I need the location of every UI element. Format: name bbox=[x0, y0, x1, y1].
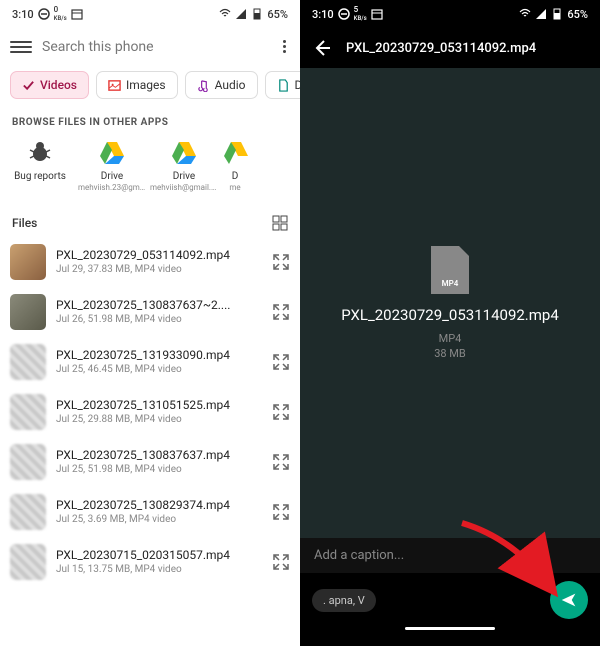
file-meta: Jul 25, 51.98 MB, MP4 video bbox=[56, 464, 262, 475]
video-thumbnail bbox=[10, 394, 46, 430]
bottom-bar: . apna, V bbox=[300, 573, 600, 633]
back-icon[interactable] bbox=[312, 38, 332, 58]
chip-videos[interactable]: Videos bbox=[10, 71, 89, 99]
file-name: PXL_20230725_131051525.mp4 bbox=[56, 398, 262, 412]
grid-view-icon[interactable] bbox=[272, 215, 288, 231]
video-thumbnail bbox=[10, 294, 46, 330]
status-bar: 3:10 5KB/s 65% bbox=[300, 0, 600, 28]
bug-icon bbox=[26, 138, 54, 166]
page-title: PXL_20230729_053114092.mp4 bbox=[346, 41, 536, 56]
do-not-disturb-icon bbox=[338, 8, 350, 20]
file-meta: Jul 25, 46.45 MB, MP4 video bbox=[56, 364, 262, 375]
drive-icon bbox=[170, 138, 198, 166]
wifi-icon bbox=[519, 8, 531, 20]
file-row[interactable]: PXL_20230725_131051525.mp4 Jul 25, 29.88… bbox=[0, 387, 300, 437]
file-list: PXL_20230729_053114092.mp4 Jul 29, 37.83… bbox=[0, 237, 300, 587]
file-row[interactable]: PXL_20230725_131933090.mp4 Jul 25, 46.45… bbox=[0, 337, 300, 387]
preview-filename: PXL_20230729_053114092.mp4 bbox=[341, 306, 559, 326]
file-meta: Jul 29, 37.83 MB, MP4 video bbox=[56, 264, 262, 275]
battery-icon bbox=[251, 8, 263, 20]
drive-icon bbox=[98, 138, 126, 166]
file-meta: Jul 25, 29.88 MB, MP4 video bbox=[56, 414, 262, 425]
file-preview: MP4 PXL_20230729_053114092.mp4 MP4 38 MB bbox=[300, 68, 600, 538]
video-thumbnail bbox=[10, 544, 46, 580]
battery-percent: 65% bbox=[567, 8, 588, 21]
calendar-icon bbox=[371, 8, 383, 20]
file-row[interactable]: PXL_20230725_130829374.mp4 Jul 25, 3.69 … bbox=[0, 487, 300, 537]
caption-input[interactable]: Add a caption... bbox=[300, 538, 600, 573]
status-time: 3:10 bbox=[312, 8, 334, 21]
title-bar: PXL_20230729_053114092.mp4 bbox=[300, 28, 600, 68]
overflow-menu-icon[interactable] bbox=[279, 36, 290, 57]
send-preview-pane: 3:10 5KB/s 65% PXL_20230729_053114092.mp… bbox=[300, 0, 600, 646]
file-name: PXL_20230725_131933090.mp4 bbox=[56, 348, 262, 362]
status-time: 3:10 bbox=[12, 8, 34, 21]
expand-icon[interactable] bbox=[272, 303, 290, 321]
status-bar: 3:10 0KB/s 65% bbox=[0, 0, 300, 28]
search-bar: Search this phone bbox=[0, 28, 300, 65]
files-header: Files bbox=[0, 205, 300, 237]
file-name: PXL_20230725_130837637~2.... bbox=[56, 298, 262, 312]
app-drive-1[interactable]: Drive mehviish.23@gma... bbox=[76, 134, 148, 197]
file-row[interactable]: PXL_20230715_020315057.mp4 Jul 15, 13.75… bbox=[0, 537, 300, 587]
file-picker-pane: 3:10 0KB/s 65% Search this phone bbox=[0, 0, 300, 646]
file-meta: Jul 25, 3.69 MB, MP4 video bbox=[56, 514, 262, 525]
calendar-icon bbox=[71, 8, 83, 20]
video-thumbnail bbox=[10, 444, 46, 480]
battery-percent: 65% bbox=[267, 8, 288, 21]
expand-icon[interactable] bbox=[272, 403, 290, 421]
video-thumbnail bbox=[10, 344, 46, 380]
file-name: PXL_20230725_130837637.mp4 bbox=[56, 448, 262, 462]
file-row[interactable]: PXL_20230725_130837637~2.... Jul 26, 51.… bbox=[0, 287, 300, 337]
battery-icon bbox=[551, 8, 563, 20]
preview-filetype: MP4 bbox=[439, 332, 462, 345]
expand-icon[interactable] bbox=[272, 503, 290, 521]
filter-chips: Videos Images Audio Doc bbox=[0, 65, 300, 109]
file-row[interactable]: PXL_20230729_053114092.mp4 Jul 29, 37.83… bbox=[0, 237, 300, 287]
menu-icon[interactable] bbox=[10, 41, 32, 53]
send-button[interactable] bbox=[550, 581, 588, 619]
app-drive-2[interactable]: Drive mehviish@gmail.c... bbox=[148, 134, 220, 197]
expand-icon[interactable] bbox=[272, 553, 290, 571]
video-thumbnail bbox=[10, 244, 46, 280]
expand-icon[interactable] bbox=[272, 453, 290, 471]
chip-images[interactable]: Images bbox=[96, 71, 178, 99]
drive-icon bbox=[222, 138, 250, 166]
chip-documents[interactable]: Doc bbox=[265, 71, 300, 99]
files-title: Files bbox=[12, 216, 37, 230]
expand-icon[interactable] bbox=[272, 353, 290, 371]
browse-section-title: BROWSE FILES IN OTHER APPS bbox=[0, 109, 300, 134]
apps-row: Bug reports Drive mehviish.23@gma... Dri… bbox=[0, 134, 300, 205]
net-speed: 0KB/s bbox=[54, 6, 67, 22]
file-name: PXL_20230715_020315057.mp4 bbox=[56, 548, 262, 562]
wifi-icon bbox=[219, 8, 231, 20]
chip-audio[interactable]: Audio bbox=[185, 71, 258, 99]
search-input[interactable]: Search this phone bbox=[42, 39, 269, 55]
send-icon bbox=[559, 590, 579, 610]
check-icon bbox=[22, 79, 35, 92]
preview-filesize: 38 MB bbox=[434, 347, 466, 360]
file-name: PXL_20230729_053114092.mp4 bbox=[56, 248, 262, 262]
file-row[interactable]: PXL_20230725_130837637.mp4 Jul 25, 51.98… bbox=[0, 437, 300, 487]
signal-icon bbox=[535, 8, 547, 20]
home-indicator bbox=[405, 627, 495, 630]
file-meta: Jul 15, 13.75 MB, MP4 video bbox=[56, 564, 262, 575]
image-icon bbox=[108, 79, 121, 92]
do-not-disturb-icon bbox=[38, 8, 50, 20]
app-bug-reports[interactable]: Bug reports bbox=[4, 134, 76, 197]
app-drive-3[interactable]: D me bbox=[220, 134, 250, 197]
video-thumbnail bbox=[10, 494, 46, 530]
file-name: PXL_20230725_130829374.mp4 bbox=[56, 498, 262, 512]
recipient-chip[interactable]: . apna, V bbox=[312, 589, 376, 612]
file-type-icon: MP4 bbox=[431, 246, 469, 294]
expand-icon[interactable] bbox=[272, 253, 290, 271]
net-speed: 5KB/s bbox=[354, 6, 367, 22]
audio-icon bbox=[197, 79, 210, 92]
signal-icon bbox=[235, 8, 247, 20]
file-meta: Jul 26, 51.98 MB, MP4 video bbox=[56, 314, 262, 325]
doc-icon bbox=[277, 79, 290, 92]
